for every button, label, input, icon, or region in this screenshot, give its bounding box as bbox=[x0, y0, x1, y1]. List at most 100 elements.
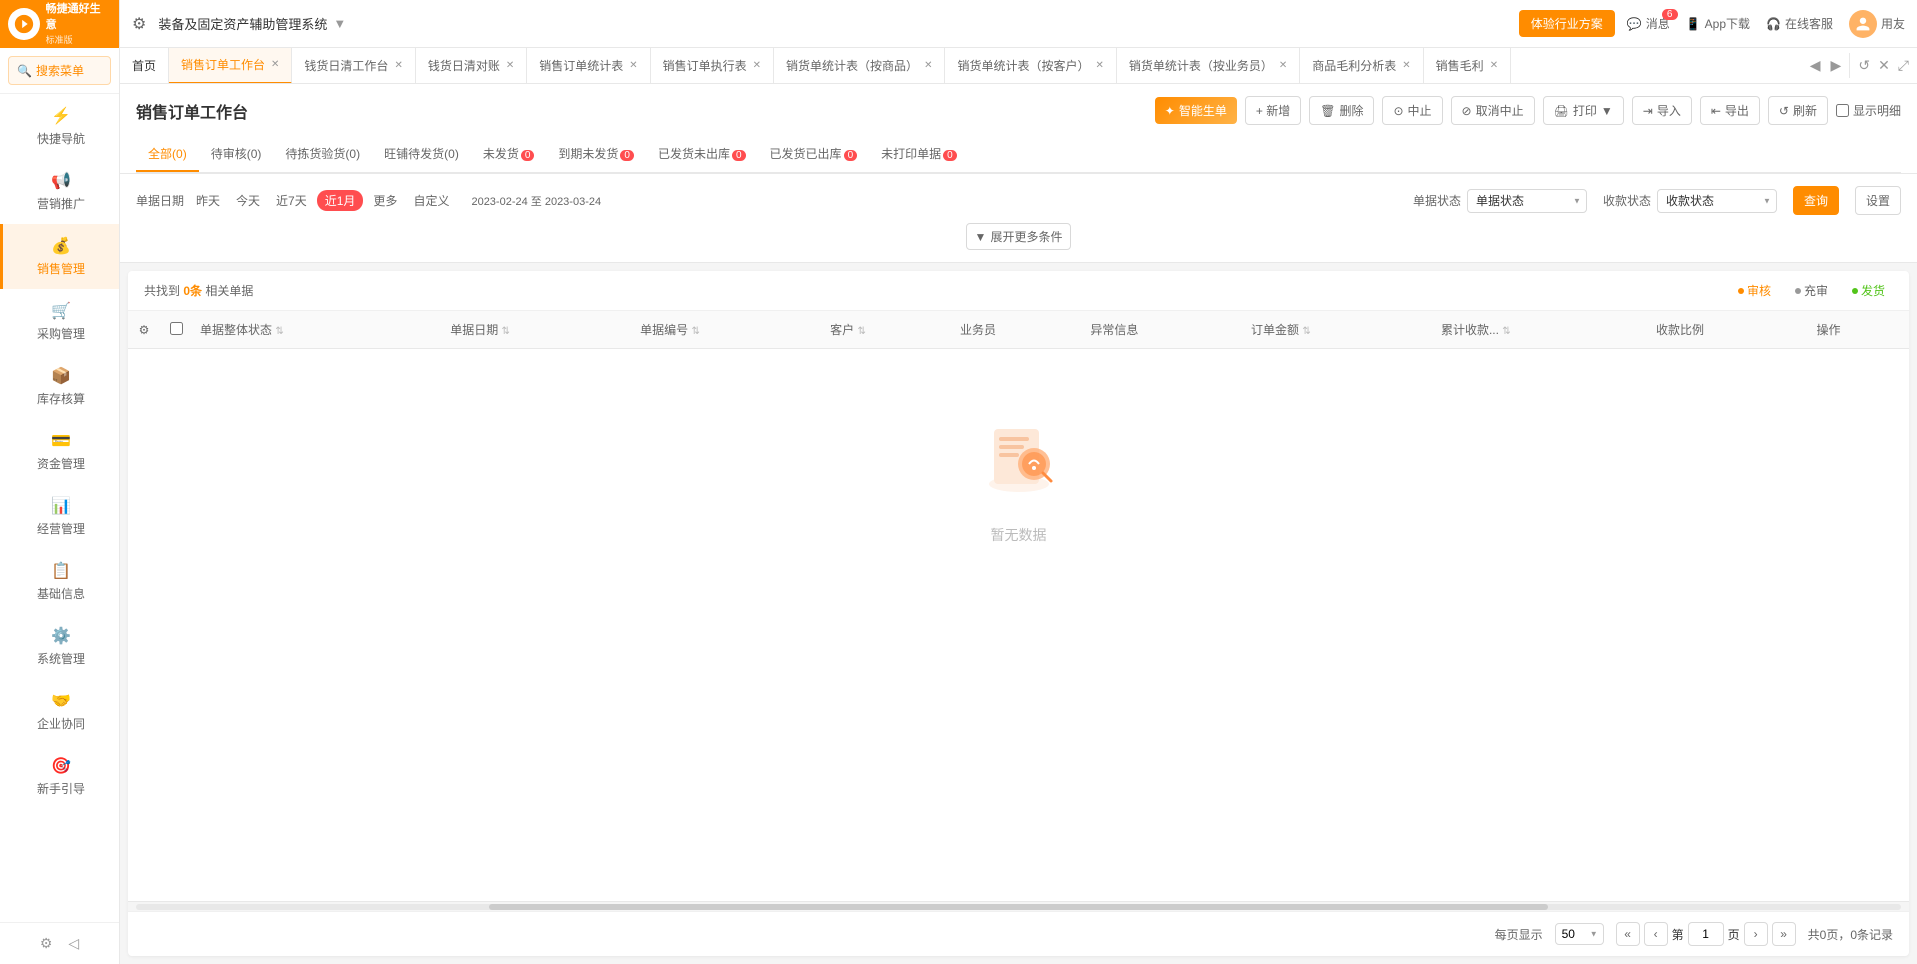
settings-icon[interactable]: ⚙ bbox=[132, 14, 146, 34]
status-select[interactable]: 单据状态 bbox=[1467, 189, 1587, 213]
suspend-button[interactable]: ⊙ 中止 bbox=[1382, 96, 1442, 125]
sidebar-item-basic[interactable]: 📋 基础信息 bbox=[0, 549, 119, 614]
sub-tab-not-shipped[interactable]: 未发货0 bbox=[471, 137, 547, 172]
first-page-button[interactable]: « bbox=[1616, 922, 1640, 946]
tab-sales-order-workbench[interactable]: 销售订单工作台 ✕ bbox=[169, 48, 292, 84]
date-opt-custom[interactable]: 自定义 bbox=[407, 190, 455, 211]
prev-page-button[interactable]: ‹ bbox=[1644, 922, 1668, 946]
show-detail-checkbox[interactable]: 显示明细 bbox=[1836, 102, 1901, 119]
export-button[interactable]: ⇤ 导出 bbox=[1700, 96, 1760, 125]
refresh-button[interactable]: ↺ 刷新 bbox=[1768, 96, 1828, 125]
tab-cash-daily[interactable]: 钱货日清工作台 ✕ bbox=[292, 48, 415, 84]
tab-sales-stats-product[interactable]: 销货单统计表（按商品） ✕ bbox=[774, 48, 945, 84]
date-opt-more[interactable]: 更多 bbox=[367, 190, 403, 211]
sidebar-item-sales[interactable]: 💰 销售管理 bbox=[0, 224, 119, 289]
tab-refresh-button[interactable]: ↺ bbox=[1854, 53, 1874, 78]
import-button[interactable]: ⇥ 导入 bbox=[1632, 96, 1692, 125]
tab-prev-icon[interactable]: ◀ bbox=[1806, 53, 1825, 78]
tab-sales-stats-customer[interactable]: 销货单统计表（按客户） ✕ bbox=[945, 48, 1116, 84]
sub-tab-all[interactable]: 全部(0) bbox=[136, 137, 199, 172]
tab-home[interactable]: 首页 bbox=[120, 48, 169, 84]
cancel-suspend-button[interactable]: ⊘ 取消中止 bbox=[1451, 96, 1535, 125]
star-icon: ✦ bbox=[1165, 104, 1175, 118]
last-page-button[interactable]: » bbox=[1772, 922, 1796, 946]
collapse-icon[interactable]: ◁ bbox=[64, 931, 83, 956]
page-number-input[interactable] bbox=[1688, 922, 1724, 946]
tab-close-cash-reconcile[interactable]: ✕ bbox=[506, 60, 514, 71]
filter-area: 单据日期 昨天 今天 近7天 近1月 更多 自定义 2023-02-24 至 2… bbox=[120, 174, 1917, 263]
sort-customer-icon[interactable]: ⇅ bbox=[858, 326, 866, 337]
tab-close-sales-stats-customer[interactable]: ✕ bbox=[1095, 60, 1103, 71]
query-button[interactable]: 查询 bbox=[1793, 186, 1839, 215]
date-opt-1month[interactable]: 近1月 bbox=[317, 190, 364, 211]
online-service-button[interactable]: 🎧 在线客服 bbox=[1766, 15, 1833, 32]
sort-status-icon[interactable]: ⇅ bbox=[275, 326, 283, 337]
expand-more-button[interactable]: ▼ 展开更多条件 bbox=[966, 223, 1072, 250]
sub-tab-not-printed[interactable]: 未打印单据0 bbox=[869, 137, 969, 172]
batch-revoke-button[interactable]: 充审 bbox=[1787, 279, 1836, 302]
sort-number-icon[interactable]: ⇅ bbox=[692, 326, 700, 337]
sidebar-item-cooperation[interactable]: 🤝 企业协同 bbox=[0, 679, 119, 744]
tab-close-sales-stats-staff[interactable]: ✕ bbox=[1279, 60, 1287, 71]
sidebar-item-guide[interactable]: 🎯 新手引导 bbox=[0, 744, 119, 809]
sidebar-item-operations[interactable]: 📊 经营管理 bbox=[0, 484, 119, 549]
sub-tab-shipped-out[interactable]: 已发货已出库0 bbox=[758, 137, 870, 172]
bottom-scrollbar[interactable] bbox=[128, 901, 1909, 911]
settings-bottom-icon[interactable]: ⚙ bbox=[36, 931, 57, 956]
app-download-button[interactable]: 📱 App下载 bbox=[1686, 15, 1750, 32]
tab-product-profit[interactable]: 商品毛利分析表 ✕ bbox=[1300, 48, 1423, 84]
tab-cash-reconcile[interactable]: 钱货日清对账 ✕ bbox=[416, 48, 527, 84]
search-menu-button[interactable]: 🔍 搜索菜单 bbox=[8, 56, 111, 85]
sub-tab-pending-inspection[interactable]: 待拣货验货(0) bbox=[273, 137, 372, 172]
tab-close-sales-order-stats[interactable]: ✕ bbox=[629, 60, 637, 71]
sub-tab-pending-review[interactable]: 待审核(0) bbox=[199, 137, 274, 172]
tab-close-sales-stats-product[interactable]: ✕ bbox=[924, 60, 932, 71]
tab-sales-order-exec[interactable]: 销售订单执行表 ✕ bbox=[651, 48, 774, 84]
col-settings[interactable]: ⚙ bbox=[128, 311, 160, 349]
tab-maximize-button[interactable]: ⤢ bbox=[1894, 53, 1913, 78]
tab-next-icon[interactable]: ▶ bbox=[1827, 53, 1846, 78]
tab-close-sales-order-workbench[interactable]: ✕ bbox=[271, 59, 279, 70]
trial-button[interactable]: 体验行业方案 bbox=[1519, 10, 1615, 37]
batch-ship-button[interactable]: 发货 bbox=[1844, 279, 1893, 302]
user-menu[interactable]: 用友 bbox=[1849, 10, 1905, 38]
system-dropdown-icon[interactable]: ▼ bbox=[333, 16, 346, 31]
sort-amount-icon[interactable]: ⇅ bbox=[1302, 326, 1310, 337]
sub-tab-overdue-not-shipped[interactable]: 到期未发货0 bbox=[546, 137, 646, 172]
next-page-button[interactable]: › bbox=[1744, 922, 1768, 946]
sidebar-item-finance[interactable]: 💳 资金管理 bbox=[0, 419, 119, 484]
sub-tab-wangpu[interactable]: 旺铺待发货(0) bbox=[372, 137, 471, 172]
sidebar-item-inventory[interactable]: 📦 库存核算 bbox=[0, 354, 119, 419]
scrollbar-thumb[interactable] bbox=[489, 904, 1548, 910]
date-opt-7days[interactable]: 近7天 bbox=[270, 190, 313, 211]
tab-sales-stats-staff[interactable]: 销货单统计表（按业务员） ✕ bbox=[1117, 48, 1300, 84]
sub-tab-shipped-not-out[interactable]: 已发货未出库0 bbox=[646, 137, 758, 172]
sidebar-item-quick-nav[interactable]: ⚡ 快捷导航 bbox=[0, 94, 119, 159]
sort-collected-icon[interactable]: ⇅ bbox=[1502, 326, 1510, 337]
select-all-checkbox[interactable] bbox=[170, 322, 183, 335]
batch-audit-button[interactable]: 审核 bbox=[1730, 279, 1779, 302]
sort-date-icon[interactable]: ⇅ bbox=[502, 326, 510, 337]
print-button[interactable]: 🖨 打印 ▼ bbox=[1543, 96, 1624, 125]
tab-close-cash-daily[interactable]: ✕ bbox=[394, 60, 402, 71]
tab-close-product-profit[interactable]: ✕ bbox=[1402, 60, 1410, 71]
sidebar-item-purchase[interactable]: 🛒 采购管理 bbox=[0, 289, 119, 354]
tab-close-all-button[interactable]: ✕ bbox=[1874, 53, 1894, 78]
delete-button[interactable]: 🗑 删除 bbox=[1309, 96, 1374, 125]
message-button[interactable]: 💬 消息 6 bbox=[1627, 15, 1670, 32]
sidebar-item-system[interactable]: ⚙️ 系统管理 bbox=[0, 614, 119, 679]
tab-sales-profit[interactable]: 销售毛利 ✕ bbox=[1424, 48, 1511, 84]
col-checkbox[interactable] bbox=[160, 311, 192, 349]
date-opt-yesterday[interactable]: 昨天 bbox=[190, 190, 226, 211]
sidebar-item-marketing[interactable]: 📢 营销推广 bbox=[0, 159, 119, 224]
tab-close-sales-profit[interactable]: ✕ bbox=[1490, 60, 1498, 71]
payment-select[interactable]: 收款状态 bbox=[1657, 189, 1777, 213]
tab-sales-order-stats[interactable]: 销售订单统计表 ✕ bbox=[527, 48, 650, 84]
tab-close-sales-order-exec[interactable]: ✕ bbox=[753, 60, 761, 71]
add-button[interactable]: + 新增 bbox=[1245, 96, 1301, 125]
date-opt-today[interactable]: 今天 bbox=[230, 190, 266, 211]
page-size-select[interactable]: 50 20 100 bbox=[1555, 923, 1604, 945]
show-detail-input[interactable] bbox=[1836, 104, 1849, 117]
ai-generate-button[interactable]: ✦ 智能生单 bbox=[1155, 97, 1237, 124]
settings-button[interactable]: 设置 bbox=[1855, 186, 1901, 215]
